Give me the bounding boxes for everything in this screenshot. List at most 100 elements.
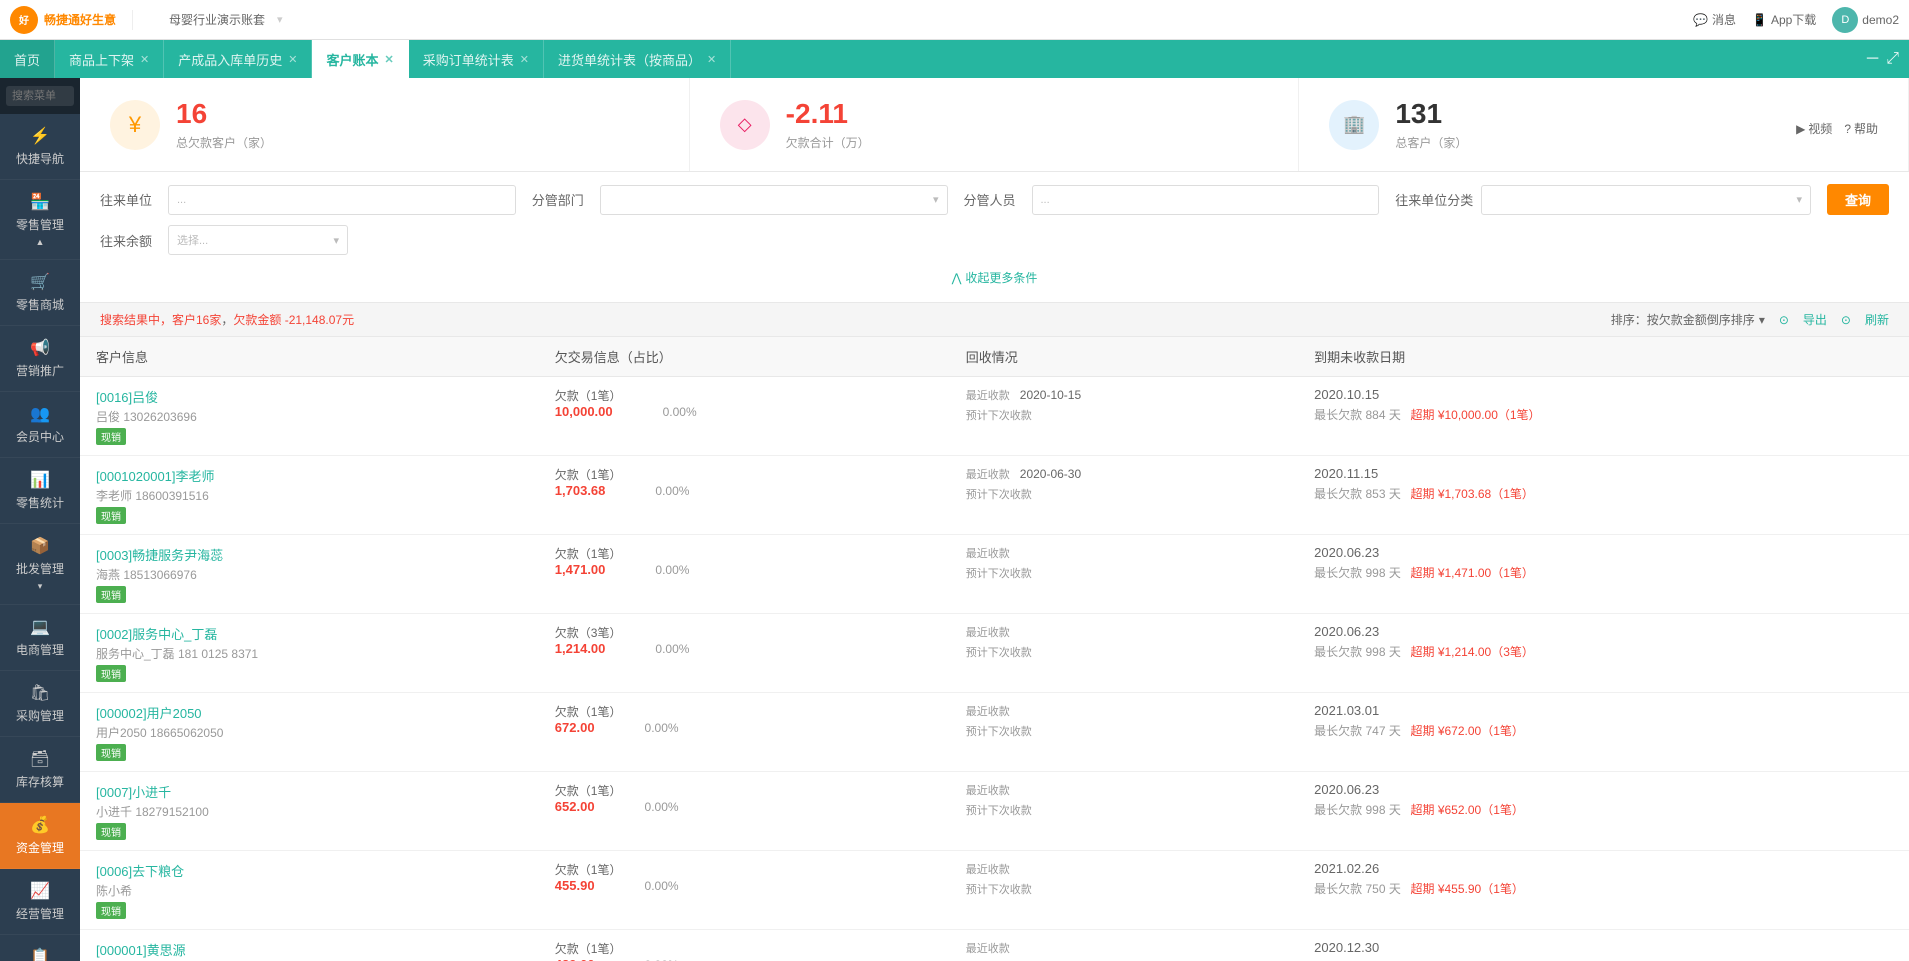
tab-maximize-btn[interactable]: ⤢	[1886, 50, 1899, 68]
retail-mgmt-icon: 🏪	[30, 192, 50, 212]
filter-row-2: 往来余额 选择... ▾	[100, 225, 1889, 255]
sidebar-item-inventory[interactable]: 🗃 库存核算	[0, 737, 80, 803]
debt-amount[interactable]: 429.00	[555, 957, 595, 961]
debt-pct: 0.00%	[663, 405, 697, 419]
debt-count: 欠款（3笔）	[555, 624, 622, 641]
customer-name[interactable]: [0006]去下粮仓	[96, 861, 523, 880]
customer-name[interactable]: [000001]黄思源	[96, 940, 523, 959]
next-payment-label: 预计下次收款	[966, 884, 1032, 896]
sidebar-item-ecommerce[interactable]: 💻 电商管理	[0, 605, 80, 671]
tab-purchase[interactable]: 采购订单统计表 ✕	[409, 40, 544, 78]
tab-end: ─ ⤢	[1857, 40, 1909, 78]
sidebar-item-retail-mgmt[interactable]: 🏪 零售管理 ▲	[0, 180, 80, 260]
tab-home[interactable]: 首页	[0, 40, 55, 78]
debt-count: 欠款（1笔）	[555, 940, 622, 957]
sort-btn[interactable]: 排序：按欠款金额倒序排序 ▾	[1611, 311, 1765, 328]
debt-amount[interactable]: 652.00	[555, 799, 595, 814]
return-cell: 最近收款 预计下次收款	[950, 930, 1298, 961]
last-payment-date: 2020-06-30	[1020, 467, 1081, 481]
sidebar-item-quick-nav[interactable]: ⚡ 快捷导航	[0, 114, 80, 180]
tab-history[interactable]: 产成品入库单历史 ✕	[164, 40, 312, 78]
overdue-amount[interactable]: 超期 ¥10,000.00（1笔）	[1410, 408, 1540, 422]
next-payment-label: 预计下次收款	[966, 805, 1032, 817]
debt-amount[interactable]: 672.00	[555, 720, 595, 735]
search-input[interactable]	[6, 86, 74, 106]
debt-pct: 0.00%	[655, 484, 689, 498]
debt-pct: 0.00%	[645, 879, 679, 893]
app-download-btn[interactable]: 📱 App下载	[1752, 11, 1816, 28]
due-date: 2020.06.23	[1314, 545, 1893, 560]
video-btn[interactable]: ▶ 视频	[1796, 120, 1832, 137]
debt-customers-value: 16	[176, 98, 272, 130]
customer-phone: 用户2050 18665062050	[96, 724, 523, 741]
customer-info-cell: [0007]小进千 小进千 18279152100 现销	[80, 772, 539, 851]
unit-type-input[interactable]: ▾	[1481, 185, 1811, 215]
sidebar-item-retail-stats[interactable]: 📊 零售统计	[0, 458, 80, 524]
user-avatar[interactable]: D demo2	[1832, 7, 1899, 33]
customer-name[interactable]: [0007]小进千	[96, 782, 523, 801]
overdue-days: 最长欠款 998 天	[1314, 645, 1401, 659]
refresh-btn[interactable]: 刷新	[1865, 311, 1889, 328]
sidebar-item-wholesale[interactable]: 📦 批发管理 ▾	[0, 524, 80, 605]
sidebar-item-marketing[interactable]: 📢 营销推广	[0, 326, 80, 392]
sidebar-item-basic-info[interactable]: 📋 基础信息	[0, 935, 80, 961]
retail-mgmt-arrow: ▲	[36, 237, 45, 247]
debt-amount[interactable]: 10,000.00	[555, 404, 613, 419]
tab-close-history[interactable]: ✕	[288, 53, 297, 66]
export-btn[interactable]: 导出	[1803, 311, 1827, 328]
debt-amount-value: -2.11	[786, 98, 870, 130]
return-cell: 最近收款 2020-06-30 预计下次收款	[950, 456, 1298, 535]
tab-close-purchase[interactable]: ✕	[520, 53, 529, 66]
overdue-amount[interactable]: 超期 ¥1,703.68（1笔）	[1410, 487, 1533, 501]
debt-amount[interactable]: 1,214.00	[555, 641, 606, 656]
customer-name[interactable]: [000002]用户2050	[96, 703, 523, 722]
search-btn[interactable]: 查询	[1827, 184, 1889, 215]
tab-close-stock[interactable]: ✕	[707, 53, 716, 66]
due-date: 2021.03.01	[1314, 703, 1893, 718]
message-btn[interactable]: 💬 消息	[1693, 11, 1736, 28]
tab-minimize-btn[interactable]: ─	[1867, 50, 1878, 68]
last-payment-label: 最近收款	[966, 387, 1010, 403]
customer-name[interactable]: [0001020001]李老师	[96, 466, 523, 485]
tab-account[interactable]: 客户账本 ✕	[312, 40, 408, 78]
source-unit-input[interactable]: ...	[168, 185, 516, 215]
total-customers-icon: 🏢	[1329, 100, 1379, 150]
sidebar-item-retail-mall[interactable]: 🛒 零售商城	[0, 260, 80, 326]
stats-bar: ¥ 16 总欠款客户（家） ◇ -2.11 欠款合计（万） 🏢	[80, 78, 1909, 172]
sidebar-item-finance[interactable]: 💰 资金管理	[0, 803, 80, 869]
overdue-amount[interactable]: 超期 ¥455.90（1笔）	[1410, 882, 1523, 896]
customer-name[interactable]: [0003]畅捷服务尹海蕊	[96, 545, 523, 564]
tab-close-products[interactable]: ✕	[140, 53, 149, 66]
person-input[interactable]: ...	[1032, 185, 1380, 215]
tab-products[interactable]: 商品上下架 ✕	[55, 40, 164, 78]
balance-input[interactable]: 选择... ▾	[168, 225, 348, 255]
sidebar-item-purchase[interactable]: 🛍 采购管理	[0, 671, 80, 737]
debt-count: 欠款（1笔）	[555, 703, 622, 720]
help-btn[interactable]: ? 帮助	[1844, 120, 1878, 137]
collapse-btn[interactable]: ⋀ 收起更多条件	[952, 269, 1038, 286]
customer-name[interactable]: [0002]服务中心_丁磊	[96, 624, 523, 643]
overdue-amount[interactable]: 超期 ¥672.00（1笔）	[1410, 724, 1523, 738]
debt-amount[interactable]: 455.90	[555, 878, 595, 893]
overdue-amount[interactable]: 超期 ¥1,471.00（1笔）	[1410, 566, 1533, 580]
customer-tag: 现销	[96, 428, 126, 445]
collapse-icon: ⋀	[952, 271, 962, 285]
debt-amount[interactable]: 1,471.00	[555, 562, 606, 577]
customer-phone: 服务中心_丁磊 181 0125 8371	[96, 645, 523, 662]
customer-name[interactable]: [0016]吕俊	[96, 387, 523, 406]
due-date-cell: 2021.03.01 最长欠款 747 天 超期 ¥672.00（1笔）	[1298, 693, 1909, 772]
debt-pct: 0.00%	[655, 642, 689, 656]
debt-amount[interactable]: 1,703.68	[555, 483, 606, 498]
overdue-amount[interactable]: 超期 ¥652.00（1笔）	[1410, 803, 1523, 817]
debt-count: 欠款（1笔）	[555, 466, 622, 483]
overdue-days: 最长欠款 747 天	[1314, 724, 1401, 738]
filter-row-1: 往来单位 ... 分管部门 ▾ 分管人员 ...	[100, 184, 1889, 215]
overdue-amount[interactable]: 超期 ¥1,214.00（3笔）	[1410, 645, 1533, 659]
dept-input[interactable]: ▾	[600, 185, 948, 215]
debt-count: 欠款（1笔）	[555, 782, 622, 799]
store-dropdown-icon[interactable]: ▾	[277, 13, 283, 26]
tab-stock[interactable]: 进货单统计表（按商品） ✕	[544, 40, 731, 78]
tab-close-account[interactable]: ✕	[385, 53, 394, 66]
sidebar-item-member[interactable]: 👥 会员中心	[0, 392, 80, 458]
sidebar-item-operations[interactable]: 📈 经营管理	[0, 869, 80, 935]
